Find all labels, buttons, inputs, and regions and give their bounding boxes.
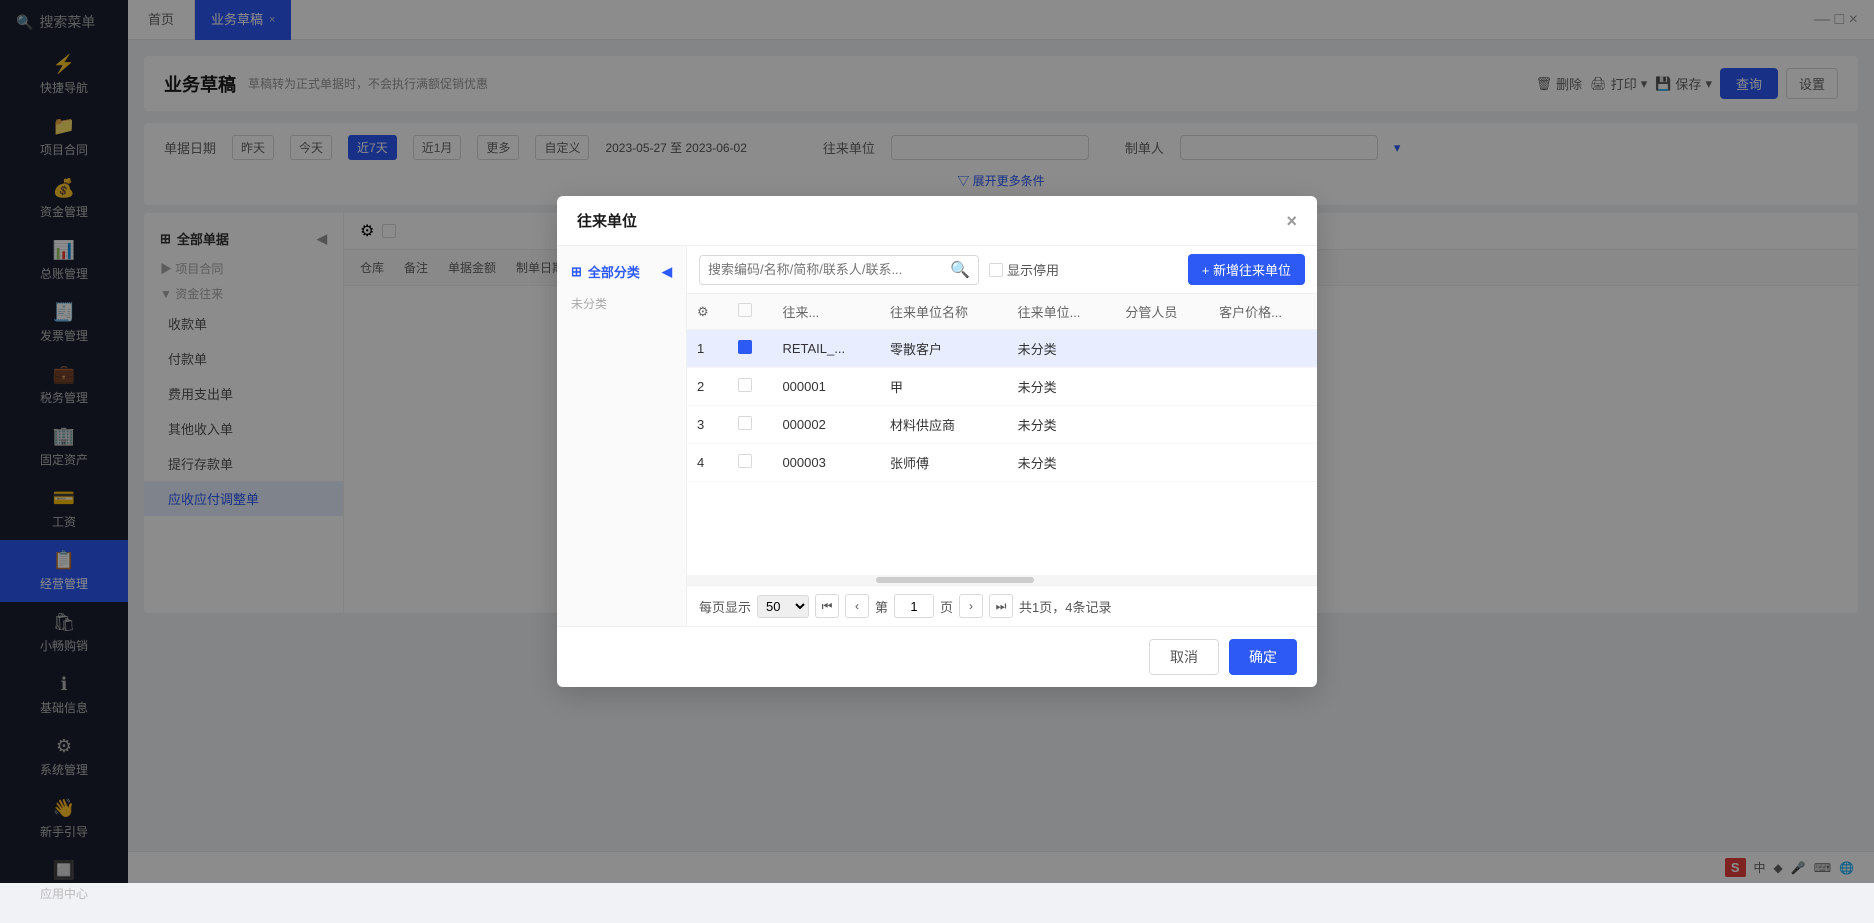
cancel-button[interactable]: 取消 [1149, 639, 1219, 675]
row-category: 未分类 [1008, 444, 1116, 482]
modal-toolbar: 🔍 显示停用 + 新增往来单位 [687, 246, 1317, 294]
row-checkbox[interactable] [728, 444, 772, 482]
row-num: 1 [687, 330, 728, 368]
row-num: 2 [687, 368, 728, 406]
row-code: 000003 [772, 444, 880, 482]
row-code: 000002 [772, 406, 880, 444]
row-price [1209, 330, 1317, 368]
first-page-btn[interactable]: ⏮ [815, 594, 839, 618]
modal-pagination: 每页显示 50 100 ⏮ ‹ 第 页 › ⏭ 共1页，4条记录 [687, 585, 1317, 626]
row-code: 000001 [772, 368, 880, 406]
row-checkbox[interactable] [728, 406, 772, 444]
modal-footer: 取消 确定 [557, 626, 1317, 687]
row-num: 3 [687, 406, 728, 444]
modal-search-wrap: 🔍 [699, 255, 979, 285]
col-manager: 分管人员 [1115, 294, 1209, 330]
col-code: 往来... [772, 294, 880, 330]
total-text: 共1页，4条记录 [1019, 597, 1111, 616]
row-name: 张师傅 [880, 444, 1008, 482]
modal-sidebar-all[interactable]: ⊞ 全部分类 ◀ [557, 254, 686, 289]
next-page-btn[interactable]: › [959, 594, 983, 618]
col-name: 往来单位名称 [880, 294, 1008, 330]
modal-close-icon[interactable]: × [1286, 212, 1297, 230]
add-party-button[interactable]: + 新增往来单位 [1188, 254, 1305, 285]
row-code: RETAIL_... [772, 330, 880, 368]
row-manager [1115, 406, 1209, 444]
modal-sidebar: ⊞ 全部分类 ◀ 未分类 [557, 246, 687, 626]
confirm-button[interactable]: 确定 [1229, 639, 1297, 675]
col-settings: ⚙ [687, 294, 728, 330]
row-category: 未分类 [1008, 406, 1116, 444]
col-check-all[interactable] [728, 294, 772, 330]
col-category: 往来单位... [1008, 294, 1116, 330]
row-price [1209, 368, 1317, 406]
modal-search-input[interactable] [708, 262, 944, 277]
row-category: 未分类 [1008, 330, 1116, 368]
modal-scrollbar-thumb [876, 577, 1034, 583]
col-price: 客户价格... [1209, 294, 1317, 330]
row-manager [1115, 444, 1209, 482]
row-manager [1115, 330, 1209, 368]
row-category: 未分类 [1008, 368, 1116, 406]
modal-content: 🔍 显示停用 + 新增往来单位 ⚙ [687, 246, 1317, 626]
modal-title: 往来单位 [577, 210, 637, 231]
modal-scrollbar[interactable] [687, 575, 1317, 585]
row-name: 甲 [880, 368, 1008, 406]
modal-table-row[interactable]: 3 000002 材料供应商 未分类 [687, 406, 1317, 444]
modal-table: ⚙ 往来... 往来单位名称 往来单位... 分管人员 客户价格... 1 [687, 294, 1317, 575]
modal-body: ⊞ 全部分类 ◀ 未分类 🔍 显示停用 [557, 246, 1317, 626]
grid2-icon: ⊞ [571, 264, 582, 280]
modal-search-icon: 🔍 [950, 260, 970, 280]
modal-header: 往来单位 × [557, 196, 1317, 246]
modal-table-row[interactable]: 4 000003 张师傅 未分类 [687, 444, 1317, 482]
show-disabled-checkbox[interactable]: 显示停用 [989, 260, 1059, 279]
modal-dialog: 往来单位 × ⊞ 全部分类 ◀ 未分类 🔍 [557, 196, 1317, 687]
disabled-checkbox-box [989, 263, 1003, 277]
modal-unclassified[interactable]: 未分类 [557, 289, 686, 318]
row-price [1209, 444, 1317, 482]
row-manager [1115, 368, 1209, 406]
per-page-select[interactable]: 50 100 [757, 595, 809, 618]
modal-table-row[interactable]: 1 RETAIL_... 零散客户 未分类 [687, 330, 1317, 368]
last-page-btn[interactable]: ⏭ [989, 594, 1013, 618]
row-name: 材料供应商 [880, 406, 1008, 444]
row-checkbox[interactable] [728, 368, 772, 406]
row-checkbox[interactable] [728, 330, 772, 368]
row-num: 4 [687, 444, 728, 482]
row-price [1209, 406, 1317, 444]
modal-table-row[interactable]: 2 000001 甲 未分类 [687, 368, 1317, 406]
page-number-input[interactable] [894, 594, 934, 618]
row-name: 零散客户 [880, 330, 1008, 368]
prev-page-btn[interactable]: ‹ [845, 594, 869, 618]
modal-sidebar-collapse-icon[interactable]: ◀ [662, 264, 672, 280]
modal-overlay: 往来单位 × ⊞ 全部分类 ◀ 未分类 🔍 [0, 0, 1874, 883]
